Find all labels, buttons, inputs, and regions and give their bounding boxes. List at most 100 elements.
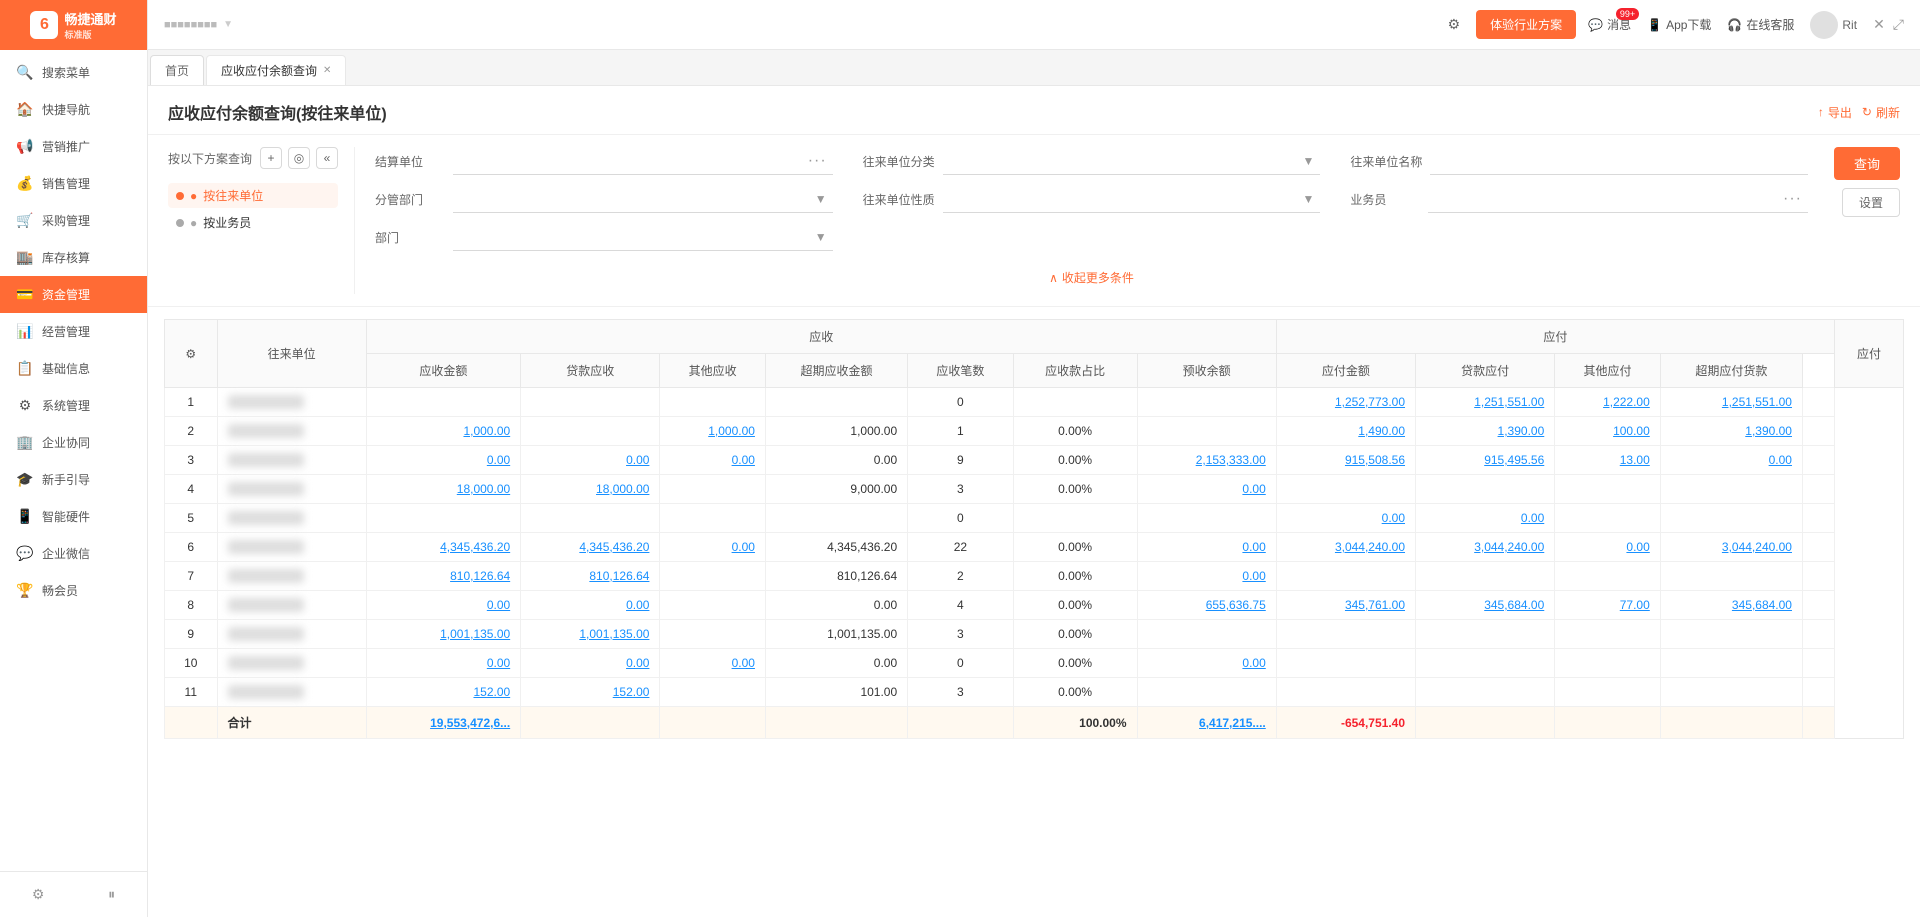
- table-row: 7 █████████810,126.64810,126.64810,126.6…: [165, 562, 1904, 591]
- partner-name-input[interactable]: [1430, 147, 1808, 175]
- partner-cell: █████████: [217, 591, 366, 620]
- scheme-by-salesperson-icon: ●: [190, 216, 197, 230]
- footer-ar-ratio: 100.00%: [1013, 707, 1137, 739]
- window-controls: ✕ ⤢: [1873, 16, 1904, 33]
- table-row: 11 █████████152.00152.00101.0030.00%: [165, 678, 1904, 707]
- th-ar-other: 其他应收: [660, 354, 766, 388]
- main-content: 应收应付余额查询(按往来单位) ↑ 导出 ↻ 刷新 按以下方案查询: [148, 86, 1920, 917]
- hardware-icon: 📱: [16, 508, 34, 525]
- partner-cell: █████████: [217, 678, 366, 707]
- sidebar-item-system[interactable]: ⚙ 系统管理: [0, 387, 147, 424]
- finance-icon: 💳: [16, 286, 34, 303]
- partner-cell: █████████: [217, 562, 366, 591]
- sidebar-item-sales[interactable]: 💰 销售管理: [0, 165, 147, 202]
- filter-salesperson: 业务员 ···: [1350, 185, 1808, 213]
- query-button[interactable]: 查询: [1834, 147, 1900, 180]
- table-row: 8 █████████0.000.000.0040.00%655,636.753…: [165, 591, 1904, 620]
- collapse-icon: ∧: [1049, 271, 1058, 285]
- partner-cell: █████████: [217, 417, 366, 446]
- filter-arrow-btn[interactable]: «: [316, 147, 338, 169]
- top-header: ■■■■■■■■ ▼ ⚙ 体验行业方案 💬 消息 99+ 📱 App下载 🎧 在…: [148, 0, 1920, 50]
- table-row: 10 █████████0.000.000.000.0000.00%0.00: [165, 649, 1904, 678]
- export-btn[interactable]: ↑ 导出: [1818, 104, 1852, 121]
- filter-collapse-btn[interactable]: ∧ 收起更多条件: [375, 261, 1808, 294]
- sidebar-item-purchase[interactable]: 🛒 采购管理: [0, 202, 147, 239]
- settle-unit-input[interactable]: ···: [453, 147, 833, 175]
- scheme-by-salesperson[interactable]: ● 按业务员: [168, 210, 338, 235]
- sidebar: 6 畅捷通财 标准版 🔍 搜索菜单 🏠 快捷导航 📢 营销推广 💰 销售管理 🛒…: [0, 0, 148, 917]
- cta-button[interactable]: 体验行业方案: [1476, 10, 1576, 39]
- online-service-btn[interactable]: 🎧 在线客服: [1727, 16, 1794, 33]
- sidebar-item-operation[interactable]: 📊 经营管理: [0, 313, 147, 350]
- filter-fields-area: 结算单位 ··· 往来单位分类 ▼: [375, 147, 1808, 294]
- sidebar-item-finance[interactable]: 💳 资金管理: [0, 276, 147, 313]
- partner-nature-select[interactable]: ▼: [943, 185, 1321, 213]
- header-gear-icon[interactable]: ⚙: [1444, 12, 1465, 37]
- sidebar-item-marketing[interactable]: 📢 营销推广: [0, 128, 147, 165]
- salesperson-select[interactable]: ···: [1428, 185, 1808, 213]
- user-avatar-area[interactable]: Rit: [1810, 11, 1857, 39]
- sidebar-settings-btn[interactable]: ⚙: [26, 880, 51, 909]
- sidebar-item-guide[interactable]: 🎓 新手引导: [0, 461, 147, 498]
- tab-home[interactable]: 首页: [150, 55, 204, 85]
- th-ap-other: 其他应付: [1555, 354, 1661, 388]
- th-partner: 往来单位: [217, 320, 366, 388]
- sidebar-item-collab[interactable]: 🏢 企业协同: [0, 424, 147, 461]
- partner-cell: █████████: [217, 475, 366, 504]
- scheme-by-partner[interactable]: ● 按往来单位: [168, 183, 338, 208]
- dept-manage-select[interactable]: ▼: [453, 185, 833, 213]
- tab-arbalance[interactable]: 应收应付余额查询 ✕: [206, 55, 346, 85]
- refresh-icon: ↻: [1862, 105, 1872, 119]
- th-ap-overdue: 超期应付货款: [1660, 354, 1802, 388]
- table-footer: 合计 19,553,472,6... 100.00% 6,417,215....…: [165, 707, 1904, 739]
- expand-icon[interactable]: ⤢: [1893, 16, 1904, 33]
- setting-button[interactable]: 设置: [1842, 188, 1900, 217]
- tab-arbalance-close[interactable]: ✕: [323, 65, 331, 76]
- th-setting[interactable]: ⚙: [165, 320, 218, 388]
- refresh-btn[interactable]: ↻ 刷新: [1862, 104, 1900, 121]
- sidebar-item-inventory[interactable]: 🏬 库存核算: [0, 239, 147, 276]
- filter-partner-category: 往来单位分类 ▼: [863, 147, 1321, 175]
- data-table: ⚙ 往来单位 应收 应付 应付 应收金额 贷款应收 其他应收 超期应收金额 应收…: [164, 319, 1904, 739]
- user-name: Rit: [1842, 18, 1857, 32]
- member-icon: 🏆: [16, 582, 34, 599]
- sidebar-item-nav[interactable]: 🏠 快捷导航: [0, 91, 147, 128]
- partner-cell: █████████: [217, 388, 366, 417]
- th-ar-amount: 应收金额: [366, 354, 521, 388]
- partner-category-select[interactable]: ▼: [943, 147, 1321, 175]
- breadcrumb-chevron: ▼: [223, 19, 233, 30]
- th-payable-group: 应付: [1276, 320, 1834, 354]
- partner-cell: █████████: [217, 649, 366, 678]
- filter-partner-nature: 往来单位性质 ▼: [863, 185, 1321, 213]
- salesperson-dots: ···: [1783, 190, 1802, 208]
- sidebar-item-search[interactable]: 🔍 搜索菜单: [0, 54, 147, 91]
- filter-add-btn[interactable]: +: [260, 147, 282, 169]
- th-ar-count: 应收笔数: [908, 354, 1014, 388]
- sidebar-item-member[interactable]: 🏆 畅会员: [0, 572, 147, 609]
- dept-select[interactable]: ▼: [453, 223, 833, 251]
- breadcrumb: ■■■■■■■■ ▼: [164, 19, 1432, 31]
- footer-ar-prepay: 6,417,215....: [1137, 707, 1276, 739]
- sidebar-item-wechat[interactable]: 💬 企业微信: [0, 535, 147, 572]
- table-row: 3 █████████0.000.000.000.0090.00%2,153,3…: [165, 446, 1904, 475]
- th-ap-amount: 应付金额: [1276, 354, 1415, 388]
- th-ar-prepay: 预收余额: [1137, 354, 1276, 388]
- app-download-btn[interactable]: 📱 App下载: [1647, 16, 1711, 33]
- sidebar-collapse-btn[interactable]: ⏸: [102, 880, 121, 909]
- filter-settle-unit: 结算单位 ···: [375, 147, 833, 175]
- sidebar-item-basic[interactable]: 📋 基础信息: [0, 350, 147, 387]
- footer-label: 合计: [217, 707, 366, 739]
- marketing-icon: 📢: [16, 138, 34, 155]
- filter-target-btn[interactable]: ◎: [288, 147, 310, 169]
- close-icon[interactable]: ✕: [1873, 16, 1885, 33]
- th-ar-overdue: 超期应收金额: [765, 354, 907, 388]
- header-right: 💬 消息 99+ 📱 App下载 🎧 在线客服 Rit ✕ ⤢: [1588, 11, 1904, 39]
- table-row: 1 █████████01,252,773.001,251,551.001,22…: [165, 388, 1904, 417]
- sidebar-item-hardware[interactable]: 📱 智能硬件: [0, 498, 147, 535]
- page-header: 应收应付余额查询(按往来单位) ↑ 导出 ↻ 刷新: [148, 86, 1920, 135]
- table-row: 2 █████████1,000.001,000.001,000.0010.00…: [165, 417, 1904, 446]
- th-ar-loan: 贷款应收: [521, 354, 660, 388]
- partner-nature-chevron: ▼: [1302, 192, 1314, 206]
- th-ap-extra: 应付: [1835, 320, 1904, 388]
- message-btn[interactable]: 💬 消息 99+: [1588, 16, 1631, 33]
